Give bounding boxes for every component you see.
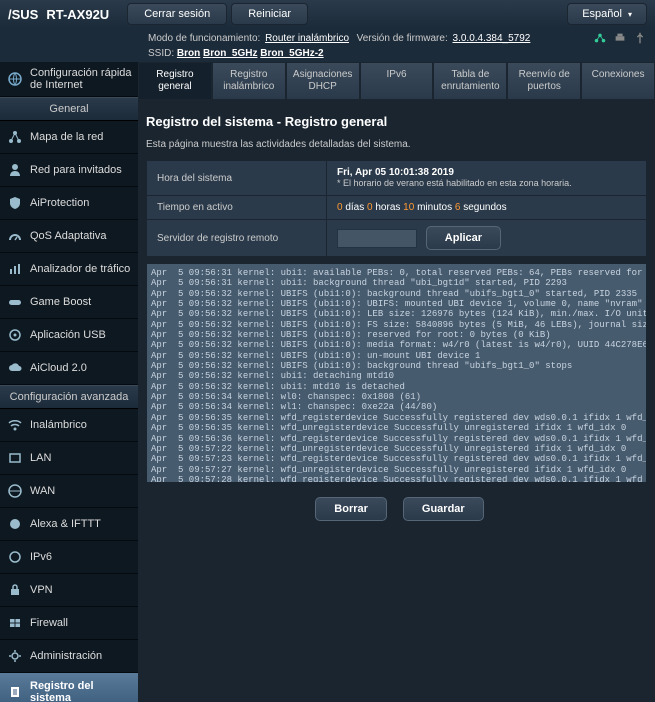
language-dropdown[interactable]: Español [567, 3, 647, 25]
ssid-2: Bron_5GHz [203, 48, 257, 59]
sidebar-item-vpn[interactable]: VPN [0, 574, 138, 607]
model-name: RT-AX92U [46, 7, 109, 22]
vpn-icon [6, 581, 24, 599]
sidebar-item-wireless[interactable]: Inalámbrico [0, 409, 138, 442]
gauge-icon [6, 227, 24, 245]
firewall-icon [6, 614, 24, 632]
logout-button[interactable]: Cerrar sesión [127, 3, 227, 25]
sidebar-item-label: QoS Adaptativa [30, 230, 106, 242]
sidebar-header-general: General [0, 97, 138, 121]
map-icon [6, 128, 24, 146]
sidebar-item-label: IPv6 [30, 551, 52, 563]
sidebar-item-label: Analizador de tráfico [30, 263, 130, 275]
shield-icon [6, 194, 24, 212]
tab-dhcp-leases[interactable]: Asignaciones DHCP [286, 62, 360, 100]
value-system-time: Fri, Apr 05 10:01:38 2019 [337, 167, 454, 178]
sidebar-item-guest[interactable]: Red para invitados [0, 154, 138, 187]
save-button[interactable]: Guardar [403, 497, 484, 521]
sidebar-item-alexa[interactable]: Alexa & IFTTT [0, 508, 138, 541]
cloud-icon [6, 359, 24, 377]
sidebar-item-label: Administración [30, 650, 102, 662]
sidebar-item-ipv6[interactable]: IPv6 [0, 541, 138, 574]
sidebar-item-wan[interactable]: WAN [0, 475, 138, 508]
ipv6-icon [6, 548, 24, 566]
sidebar-item-quicksetup[interactable]: Configuración rápida de Internet [0, 62, 138, 97]
sidebar-item-firewall[interactable]: Firewall [0, 607, 138, 640]
gear-icon [6, 647, 24, 665]
label-uptime: Tiempo en activo [147, 196, 327, 220]
usb-icon[interactable] [633, 31, 647, 45]
tab-wireless-log[interactable]: Registro inalámbrico [212, 62, 286, 100]
tab-connections[interactable]: Conexiones [581, 62, 655, 100]
sidebar-item-label: Inalámbrico [30, 419, 87, 431]
row-remote-log: Servidor de registro remoto Aplicar [147, 220, 647, 257]
chart-icon [6, 260, 24, 278]
row-system-time: Hora del sistema Fri, Apr 05 10:01:38 20… [147, 161, 647, 196]
sidebar-item-label: LAN [30, 452, 51, 464]
info-row-2: SSID: Bron Bron_5GHz Bron_5GHz-2 [0, 48, 655, 62]
brand-logo: /SUS [8, 7, 38, 22]
sidebar-item-lan[interactable]: LAN [0, 442, 138, 475]
info-row-1: Modo de funcionamiento: Router inalámbri… [0, 28, 655, 48]
sidebar-item-label: Game Boost [30, 296, 91, 308]
sidebar-item-systemlog[interactable]: Registro del sistema [0, 673, 138, 702]
clear-button[interactable]: Borrar [315, 497, 387, 521]
sidebar-item-label: AiProtection [30, 197, 89, 209]
globe-icon [6, 70, 24, 88]
sidebar-item-label: Mapa de la red [30, 131, 103, 143]
apply-button[interactable]: Aplicar [426, 226, 501, 250]
sidebar-item-label: VPN [30, 584, 53, 596]
sidebar-item-traffic[interactable]: Analizador de tráfico [0, 253, 138, 286]
value-uptime: 0 días 0 horas 10 minutos 6 segundos [327, 196, 647, 220]
sidebar-item-label: Firewall [30, 617, 68, 629]
sidebar-item-aiprotection[interactable]: AiProtection [0, 187, 138, 220]
firmware-link[interactable]: 3.0.0.4.384_5792 [453, 33, 531, 44]
sidebar-item-label: Alexa & IFTTT [30, 518, 101, 530]
info-table: Hora del sistema Fri, Apr 05 10:01:38 20… [146, 160, 647, 257]
label-system-time: Hora del sistema [147, 161, 327, 196]
tabs: Registro general Registro inalámbrico As… [138, 62, 655, 100]
page-description: Esta página muestra las actividades deta… [146, 139, 647, 150]
gamepad-icon [6, 293, 24, 311]
ssid-3: Bron_5GHz-2 [260, 48, 323, 59]
opmode-link[interactable]: Router inalámbrico [265, 33, 349, 44]
wan-icon [6, 482, 24, 500]
sidebar-item-usbapp[interactable]: Aplicación USB [0, 319, 138, 352]
reboot-button[interactable]: Reiniciar [231, 3, 308, 25]
sidebar-item-label: Configuración rápida de Internet [30, 67, 132, 91]
alexa-icon [6, 515, 24, 533]
sidebar: Configuración rápida de Internet General… [0, 62, 138, 702]
row-uptime: Tiempo en activo 0 días 0 horas 10 minut… [147, 196, 647, 220]
topbar: /SUS RT-AX92U Cerrar sesión Reiniciar Es… [0, 0, 655, 28]
tab-general-log[interactable]: Registro general [138, 62, 212, 100]
log-textarea[interactable]: Apr 5 09:56:31 kernel: ubi1: available P… [146, 263, 647, 483]
guest-icon [6, 161, 24, 179]
remote-log-input[interactable] [337, 229, 417, 248]
page-title: Registro del sistema - Registro general [146, 114, 647, 129]
usb-icon [6, 326, 24, 344]
sidebar-item-networkmap[interactable]: Mapa de la red [0, 121, 138, 154]
tab-routing[interactable]: Tabla de enrutamiento [433, 62, 507, 100]
tab-portforward[interactable]: Reenvío de puertos [507, 62, 581, 100]
wifi-icon [6, 416, 24, 434]
lan-icon [6, 449, 24, 467]
tab-ipv6[interactable]: IPv6 [360, 62, 434, 100]
aimesh-icon[interactable] [593, 31, 607, 45]
ssid-1: Bron [177, 48, 200, 59]
printer-icon[interactable] [613, 31, 627, 45]
sidebar-item-label: AiCloud 2.0 [30, 362, 87, 374]
sidebar-item-label: Red para invitados [30, 164, 122, 176]
sidebar-item-gameboost[interactable]: Game Boost [0, 286, 138, 319]
sidebar-item-label: WAN [30, 485, 55, 497]
sidebar-item-admin[interactable]: Administración [0, 640, 138, 673]
sidebar-item-aicloud[interactable]: AiCloud 2.0 [0, 352, 138, 385]
sidebar-item-label: Registro del sistema [30, 680, 132, 702]
dst-note: * El horario de verano está habilitado e… [337, 178, 572, 188]
label-remote-log: Servidor de registro remoto [147, 220, 327, 257]
log-icon [6, 683, 24, 701]
sidebar-item-qos[interactable]: QoS Adaptativa [0, 220, 138, 253]
sidebar-header-advanced: Configuración avanzada [0, 385, 138, 409]
sidebar-item-label: Aplicación USB [30, 329, 106, 341]
